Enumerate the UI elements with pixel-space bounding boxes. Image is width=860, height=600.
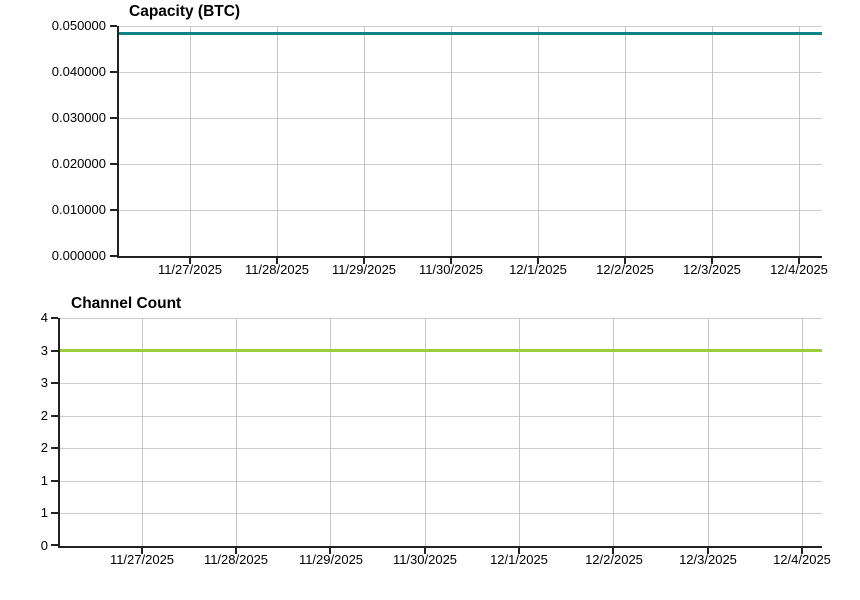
x-axis-label: 11/28/2025 — [203, 552, 269, 567]
gridline — [712, 26, 713, 256]
y-axis-tick — [110, 25, 117, 27]
y-axis-label: 0.030000 — [51, 110, 106, 125]
gridline — [799, 26, 800, 256]
gridline — [330, 318, 331, 546]
x-axis-label: 12/3/2025 — [683, 262, 741, 277]
y-axis-tick — [110, 117, 117, 119]
x-axis-label: 11/28/2025 — [244, 262, 310, 277]
gridline — [625, 26, 626, 256]
y-axis-label: 1 — [40, 505, 48, 520]
y-axis-tick — [110, 209, 117, 211]
x-axis-label: 11/30/2025 — [392, 552, 458, 567]
y-axis-label: 0.000000 — [51, 248, 106, 263]
gridline — [119, 118, 822, 119]
y-axis-tick — [51, 382, 58, 384]
y-axis-tick — [110, 163, 117, 165]
gridline — [538, 26, 539, 256]
x-axis-label: 11/30/2025 — [418, 262, 484, 277]
gridline — [802, 318, 803, 546]
y-axis-label: 2 — [40, 408, 48, 423]
gridline — [613, 318, 614, 546]
gridline — [708, 318, 709, 546]
x-axis-label: 12/2/2025 — [596, 262, 654, 277]
channel-count-series-line — [60, 349, 822, 352]
y-axis-tick — [110, 71, 117, 73]
capacity-series-line — [119, 32, 822, 35]
gridline — [119, 72, 822, 73]
y-axis-tick — [51, 544, 58, 546]
x-axis-label: 12/1/2025 — [509, 262, 567, 277]
y-axis-label: 3 — [40, 343, 48, 358]
gridline — [364, 26, 365, 256]
gridline — [519, 318, 520, 546]
y-axis-label: 0.040000 — [51, 64, 106, 79]
x-axis-label: 11/27/2025 — [157, 262, 223, 277]
gridline — [425, 318, 426, 546]
gridline — [119, 26, 822, 27]
y-axis-tick — [51, 512, 58, 514]
y-axis-tick — [51, 415, 58, 417]
capacity-plot-area — [110, 25, 822, 264]
y-axis-tick — [51, 447, 58, 449]
y-axis-tick — [51, 350, 58, 352]
gridline — [451, 26, 452, 256]
x-axis-label: 12/2/2025 — [585, 552, 643, 567]
y-axis-tick — [110, 255, 117, 257]
y-axis-label: 0.050000 — [51, 18, 106, 33]
x-axis-label: 11/29/2025 — [331, 262, 397, 277]
gridline — [119, 164, 822, 165]
x-axis-label: 12/4/2025 — [773, 552, 831, 567]
y-axis-tick — [51, 480, 58, 482]
x-axis-label: 12/1/2025 — [490, 552, 548, 567]
x-axis-label: 12/4/2025 — [770, 262, 828, 277]
gridline — [236, 318, 237, 546]
y-axis-label: 1 — [40, 473, 48, 488]
y-axis-tick — [51, 317, 58, 319]
capacity-chart-title: Capacity (BTC) — [129, 3, 241, 20]
x-axis-label: 12/3/2025 — [679, 552, 737, 567]
chart-panel: Capacity (BTC) 0.050000 0.040000 0.03000… — [0, 0, 860, 600]
x-axis-label: 11/29/2025 — [298, 552, 364, 567]
y-axis-label: 0.020000 — [51, 156, 106, 171]
y-axis-label: 3 — [40, 375, 48, 390]
gridline — [190, 26, 191, 256]
channel-count-chart-title: Channel Count — [71, 295, 182, 312]
gridline — [277, 26, 278, 256]
gridline — [119, 210, 822, 211]
channel-count-plot-area — [51, 317, 822, 554]
y-axis-label: 0 — [40, 538, 48, 553]
y-axis-label: 4 — [40, 310, 48, 325]
y-axis-label: 0.010000 — [51, 202, 106, 217]
x-axis-label: 11/27/2025 — [109, 552, 175, 567]
gridline — [142, 318, 143, 546]
y-axis-label: 2 — [40, 440, 48, 455]
